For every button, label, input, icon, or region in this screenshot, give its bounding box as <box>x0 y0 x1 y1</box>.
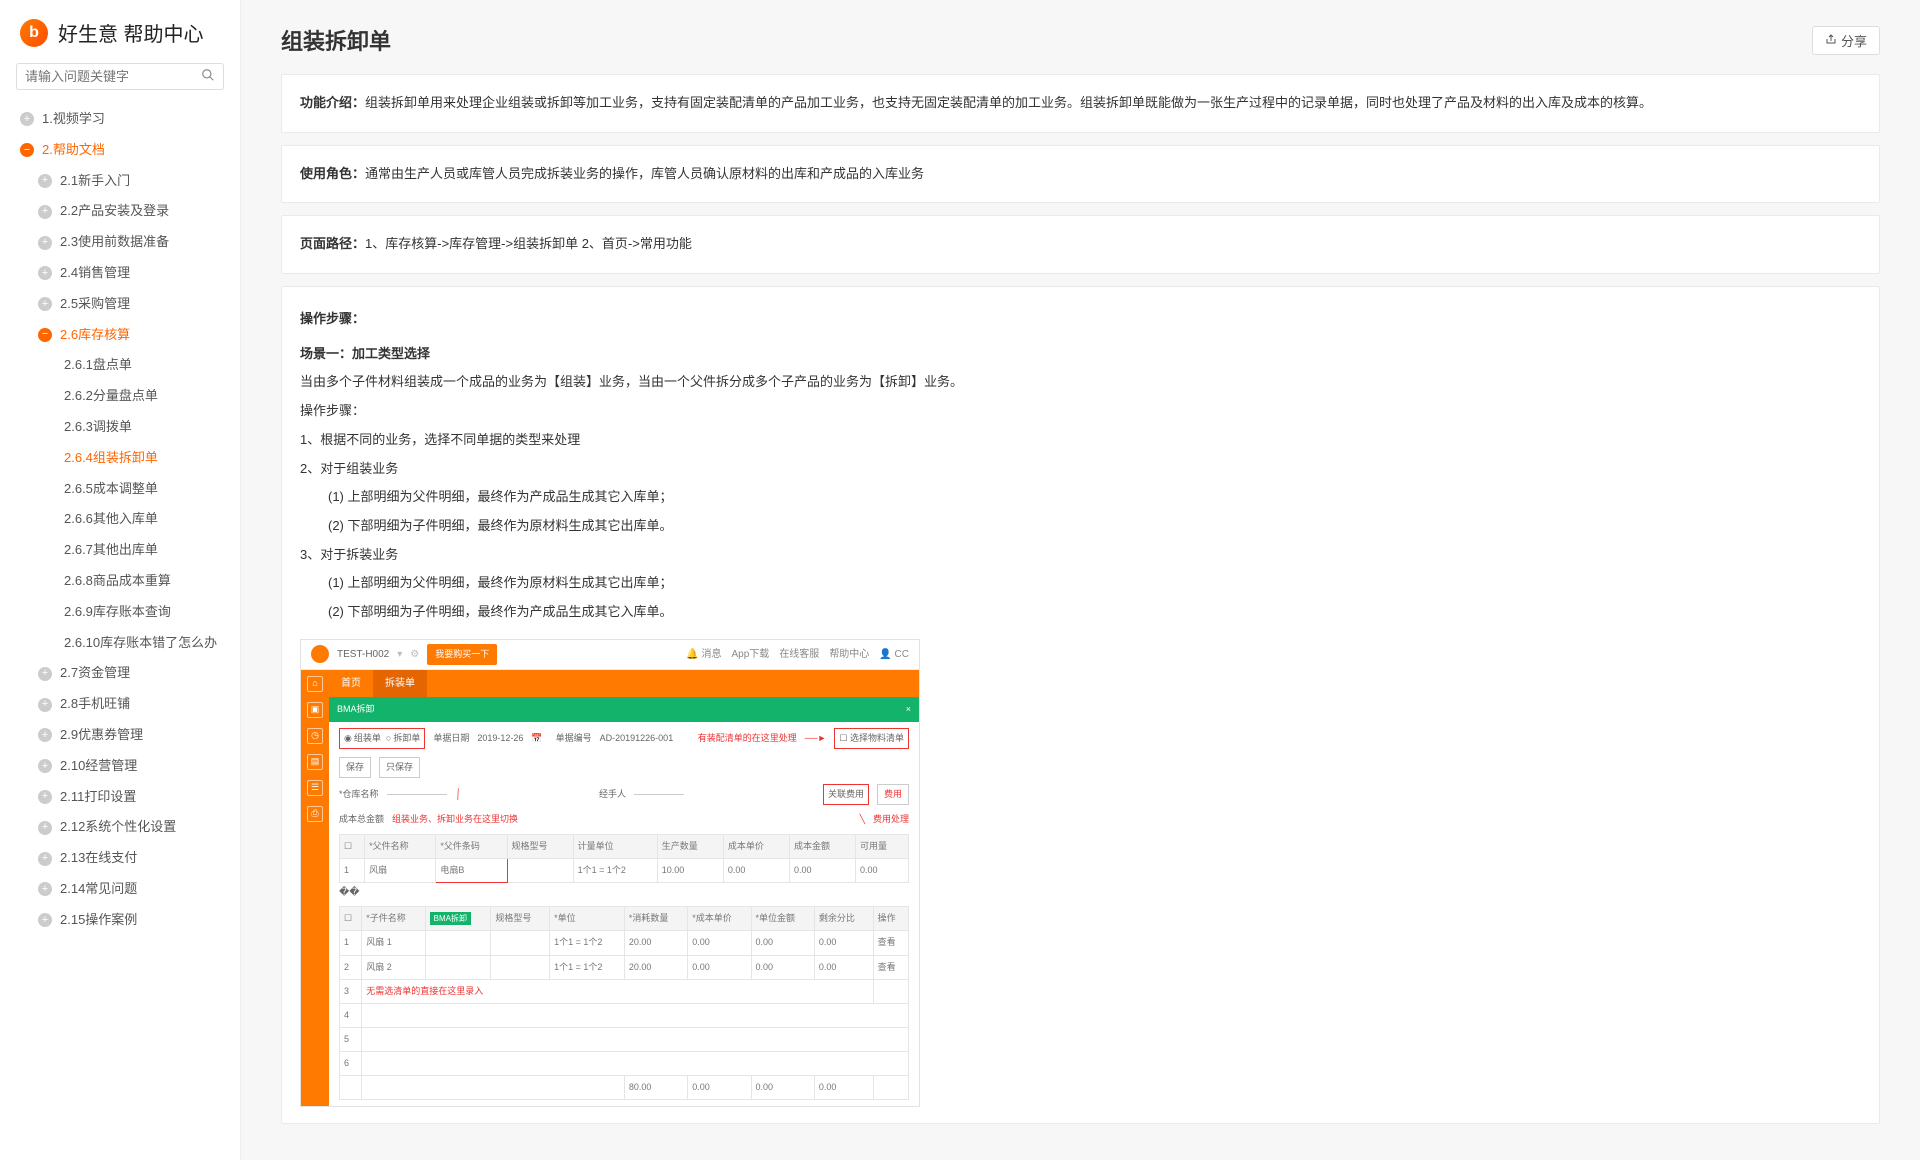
step-3a: (1) 上部明细为父件明细，最终作为原材料生成其它出库单； <box>300 571 1861 596</box>
ss-sidebar: ⌂▣◷▤☰⎙ <box>301 670 329 1106</box>
ss-buy-button: 我要购买一下 <box>427 644 497 665</box>
nav-2-6-8[interactable]: 2.6.8商品成本重算 <box>0 566 240 597</box>
ss-logo-icon <box>311 645 329 663</box>
step-2b: (2) 下部明细为子件明细，最终作为原材料生成其它出库单。 <box>300 514 1861 539</box>
logo: b 好生意 帮助中心 <box>0 18 240 63</box>
nav-2-6-1[interactable]: 2.6.1盘点单 <box>0 350 240 381</box>
steps-card: 操作步骤： 场景一：加工类型选择 当由多个子件材料组装成一个成品的业务为【组装】… <box>281 286 1880 1124</box>
path-card: 页面路径：1、库存核算->库存管理->组装拆卸单 2、首页->常用功能 <box>281 215 1880 274</box>
intro-card: 功能介绍：组装拆卸单用来处理企业组装或拆卸等加工业务，支持有固定装配清单的产品加… <box>281 74 1880 133</box>
ss-parent-table: ☐*父件名称*父件条码规格型号计量单位生产数量成本单价成本金额可用量 1风扇电扇… <box>339 834 909 883</box>
nav-docs[interactable]: 2.帮助文档 <box>0 135 240 166</box>
nav-2-14[interactable]: 2.14常见问题 <box>0 874 240 905</box>
share-button[interactable]: 分享 <box>1812 26 1880 55</box>
ss-anno-3: 费用处理 <box>873 811 909 828</box>
nav-2-6-3[interactable]: 2.6.3调拨单 <box>0 412 240 443</box>
step-3b: (2) 下部明细为子件明细，最终作为产成品生成其它入库单。 <box>300 600 1861 625</box>
nav-2-6[interactable]: 2.6库存核算 <box>0 320 240 351</box>
role-card: 使用角色：通常由生产人员或库管人员完成拆装业务的操作，库管人员确认原材料的出库和… <box>281 145 1880 204</box>
nav-2-15[interactable]: 2.15操作案例 <box>0 905 240 936</box>
ss-avatar-icon: 👤 CC <box>879 645 909 664</box>
page-title: 组装拆卸单 <box>281 24 391 56</box>
logo-text: 好生意 帮助中心 <box>58 18 204 47</box>
logo-icon: b <box>20 19 48 47</box>
path-label: 页面路径： <box>300 236 365 251</box>
nav-2-6-10[interactable]: 2.6.10库存账本错了怎么办 <box>0 628 240 659</box>
nav-2-12[interactable]: 2.12系统个性化设置 <box>0 812 240 843</box>
nav-2-9[interactable]: 2.9优惠券管理 <box>0 720 240 751</box>
nav-video[interactable]: 1.视频学习 <box>0 104 240 135</box>
nav-2-7[interactable]: 2.7资金管理 <box>0 658 240 689</box>
nav-2-6-7[interactable]: 2.6.7其他出库单 <box>0 535 240 566</box>
step-3: 3、对于拆装业务 <box>300 543 1861 568</box>
ss-anno-1: 有装配清单的在这里处理 <box>698 730 797 747</box>
step-2a: (1) 上部明细为父件明细，最终作为产成品生成其它入库单； <box>300 485 1861 510</box>
role-text: 通常由生产人员或库管人员完成拆装业务的操作，库管人员确认原材料的出库和产成品的入… <box>365 166 924 181</box>
steps-sub: 操作步骤： <box>300 399 1861 424</box>
ss-bell-icon: 🔔 消息 <box>686 645 721 664</box>
nav-2-13[interactable]: 2.13在线支付 <box>0 843 240 874</box>
nav-2-10[interactable]: 2.10经营管理 <box>0 751 240 782</box>
role-label: 使用角色： <box>300 166 365 181</box>
nav-2-1[interactable]: 2.1新手入门 <box>0 166 240 197</box>
nav-2-8[interactable]: 2.8手机旺铺 <box>0 689 240 720</box>
share-icon <box>1825 33 1837 48</box>
nav-2-4[interactable]: 2.4销售管理 <box>0 258 240 289</box>
sidebar: b 好生意 帮助中心 1.视频学习 2.帮助文档 2.1新手入门 2.2产品安装… <box>0 0 240 1160</box>
step-2: 2、对于组装业务 <box>300 457 1861 482</box>
step-1: 1、根据不同的业务，选择不同单据的类型来处理 <box>300 428 1861 453</box>
ss-child-table: ☐*子件名称BMA拆卸规格型号*单位*消耗数量*成本单价*单位金额剩余分比操作1… <box>339 906 909 1100</box>
search-box[interactable] <box>16 63 224 90</box>
intro-label: 功能介绍： <box>300 95 365 110</box>
nav-2-11[interactable]: 2.11打印设置 <box>0 782 240 813</box>
search-input[interactable] <box>25 69 201 84</box>
ss-anno-4: 无需选清单的直接在这里录入 <box>366 986 483 996</box>
ss-anno-2: 组装业务、拆卸业务在这里切换 <box>392 811 518 828</box>
nav-2-6-5[interactable]: 2.6.5成本调整单 <box>0 474 240 505</box>
nav-2-6-4[interactable]: 2.6.4组装拆卸单 <box>0 443 240 474</box>
search-icon[interactable] <box>201 68 215 85</box>
nav-tree: 1.视频学习 2.帮助文档 2.1新手入门 2.2产品安装及登录 2.3使用前数… <box>0 104 240 936</box>
scene1-title: 场景一：加工类型选择 <box>300 346 430 361</box>
nav-2-6-9[interactable]: 2.6.9库存账本查询 <box>0 597 240 628</box>
main-content: 组装拆卸单 分享 功能介绍：组装拆卸单用来处理企业组装或拆卸等加工业务，支持有固… <box>240 0 1920 1160</box>
nav-2-2[interactable]: 2.2产品安装及登录 <box>0 196 240 227</box>
path-text: 1、库存核算->库存管理->组装拆卸单 2、首页->常用功能 <box>365 236 692 251</box>
nav-2-3[interactable]: 2.3使用前数据准备 <box>0 227 240 258</box>
ss-gear-icon: ⚙ <box>410 645 419 664</box>
ss-tab-form: 拆装单 <box>373 670 427 697</box>
ss-tab-home: 首页 <box>329 670 373 697</box>
nav-2-6-6[interactable]: 2.6.6其他入库单 <box>0 504 240 535</box>
ss-company: TEST-H002 <box>337 645 389 664</box>
nav-2-5[interactable]: 2.5采购管理 <box>0 289 240 320</box>
intro-text: 组装拆卸单用来处理企业组装或拆卸等加工业务，支持有固定装配清单的产品加工业务，也… <box>365 95 1652 110</box>
scene1-desc: 当由多个子件材料组装成一个成品的业务为【组装】业务，当由一个父件拆分成多个子产品… <box>300 370 1861 395</box>
steps-header: 操作步骤： <box>300 311 365 326</box>
nav-2-6-2[interactable]: 2.6.2分量盘点单 <box>0 381 240 412</box>
embedded-screenshot: TEST-H002 ▾ ⚙ 我要购买一下 🔔 消息 App下载 在线客服 帮助中… <box>300 639 920 1108</box>
